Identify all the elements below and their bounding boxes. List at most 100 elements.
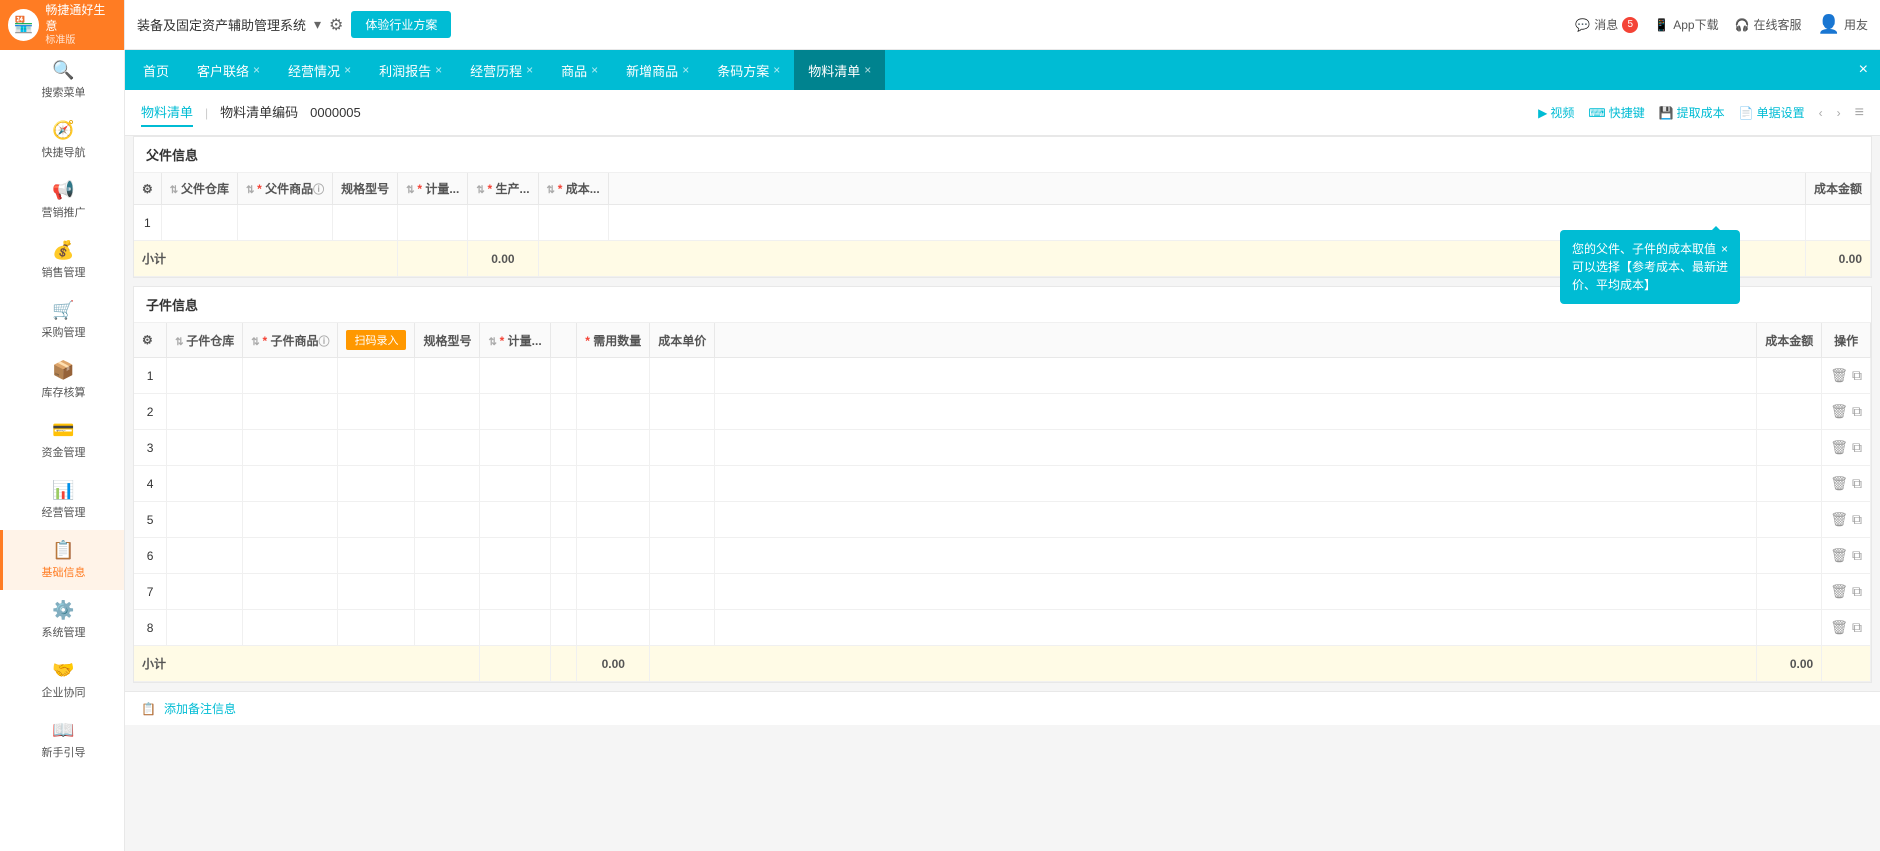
copy-row-icon[interactable]: ⧉ [1852, 439, 1862, 456]
tab-close-icon[interactable]: × [864, 63, 871, 77]
delete-row-icon[interactable]: 🗑 [1830, 439, 1848, 456]
user-item[interactable]: 👤 用友 [1818, 14, 1868, 35]
experience-btn[interactable]: 体验行业方案 [351, 11, 451, 38]
child-cell-spec[interactable] [415, 574, 480, 610]
child-cell-spec[interactable] [415, 538, 480, 574]
tab-close-icon[interactable]: × [591, 63, 598, 77]
delete-row-icon[interactable]: 🗑 [1830, 511, 1848, 528]
parent-col-gear[interactable]: ⚙ [134, 173, 161, 205]
close-all-tabs-icon[interactable]: × [1851, 61, 1876, 79]
child-col-gear[interactable]: ⚙ [134, 323, 167, 358]
sidebar-item-guide[interactable]: 📖 新手引导 [0, 710, 124, 770]
child-cell-unit-cost[interactable] [650, 358, 715, 394]
sidebar-item-promo[interactable]: 📢 营销推广 [0, 170, 124, 230]
settings-icon[interactable]: ⚙ [329, 15, 343, 35]
child-cell-unit[interactable] [480, 358, 550, 394]
delete-row-icon[interactable]: 🗑 [1830, 475, 1848, 492]
child-cell-unit[interactable] [480, 538, 550, 574]
sidebar-item-sales[interactable]: 💰 销售管理 [0, 230, 124, 290]
parent-cell-spec[interactable] [333, 205, 398, 241]
tab-close-icon[interactable]: × [526, 63, 533, 77]
online-service-item[interactable]: 🎧 在线客服 [1735, 16, 1802, 33]
child-cell-product[interactable] [243, 394, 338, 430]
topbar-dropdown-arrow[interactable]: ▾ [314, 16, 321, 33]
child-cell-warehouse[interactable] [167, 610, 243, 646]
tab-customer[interactable]: 客户联络 × [183, 50, 274, 90]
child-cell-warehouse[interactable] [167, 574, 243, 610]
child-cell-qty[interactable] [577, 538, 650, 574]
child-cell-unit-cost[interactable] [650, 610, 715, 646]
tab-close-icon[interactable]: × [435, 63, 442, 77]
scan-input-btn[interactable]: 扫码录入 [346, 330, 406, 350]
tab-barcode[interactable]: 条码方案 × [703, 50, 794, 90]
child-cell-unit[interactable] [480, 430, 550, 466]
parent-cell-cost-type[interactable] [538, 205, 608, 241]
copy-row-icon[interactable]: ⧉ [1852, 583, 1862, 600]
parent-cell-warehouse[interactable] [161, 205, 237, 241]
child-cell-spec[interactable] [415, 430, 480, 466]
copy-row-icon[interactable]: ⧉ [1852, 403, 1862, 420]
sub-tab-bom-list[interactable]: 物料清单 [141, 98, 193, 127]
nav-prev-icon[interactable]: ‹ [1819, 106, 1823, 120]
child-cell-qty[interactable] [577, 466, 650, 502]
child-cell-product[interactable] [243, 538, 338, 574]
child-cell-qty[interactable] [577, 610, 650, 646]
copy-row-icon[interactable]: ⧉ [1852, 367, 1862, 384]
child-cell-unit-cost[interactable] [650, 502, 715, 538]
tab-close-icon[interactable]: × [682, 63, 689, 77]
nav-next-icon[interactable]: › [1837, 106, 1841, 120]
copy-row-icon[interactable]: ⧉ [1852, 619, 1862, 636]
copy-row-icon[interactable]: ⧉ [1852, 547, 1862, 564]
toolbar-extract-cost[interactable]: 💾 提取成本 [1659, 104, 1725, 121]
child-cell-qty[interactable] [577, 358, 650, 394]
app-download-item[interactable]: 📱 App下载 [1654, 16, 1718, 33]
child-cell-unit-cost[interactable] [650, 574, 715, 610]
tab-bom[interactable]: 物料清单 × [794, 50, 885, 90]
tab-close-icon[interactable]: × [253, 63, 260, 77]
child-cell-warehouse[interactable] [167, 394, 243, 430]
child-cell-warehouse[interactable] [167, 466, 243, 502]
delete-row-icon[interactable]: 🗑 [1830, 403, 1848, 420]
parent-cell-production[interactable] [468, 205, 538, 241]
child-cell-product[interactable] [243, 430, 338, 466]
message-item[interactable]: 💬 消息 5 [1575, 16, 1638, 33]
child-cell-product[interactable] [243, 358, 338, 394]
sub-tab-bom-code[interactable]: 物料清单编码 [220, 98, 298, 127]
child-cell-unit[interactable] [480, 466, 550, 502]
table-view-icon[interactable]: ≡ [1855, 104, 1864, 122]
sidebar-item-finance[interactable]: 💳 资金管理 [0, 410, 124, 470]
tab-close-icon[interactable]: × [344, 63, 351, 77]
sidebar-item-nav[interactable]: 🧭 快捷导航 [0, 110, 124, 170]
sidebar-item-operation[interactable]: 📊 经营管理 [0, 470, 124, 530]
parent-cell-product[interactable] [237, 205, 332, 241]
copy-row-icon[interactable]: ⧉ [1852, 475, 1862, 492]
child-cell-product[interactable] [243, 502, 338, 538]
child-cell-spec[interactable] [415, 394, 480, 430]
child-cell-unit-cost[interactable] [650, 430, 715, 466]
child-cell-product[interactable] [243, 466, 338, 502]
child-cell-spec[interactable] [415, 358, 480, 394]
delete-row-icon[interactable]: 🗑 [1830, 547, 1848, 564]
child-cell-spec[interactable] [415, 502, 480, 538]
child-cell-warehouse[interactable] [167, 430, 243, 466]
child-cell-unit-cost[interactable] [650, 394, 715, 430]
toolbar-doc-settings[interactable]: 📄 单据设置 [1739, 104, 1805, 121]
tab-history[interactable]: 经营历程 × [456, 50, 547, 90]
delete-row-icon[interactable]: 🗑 [1830, 367, 1848, 384]
sidebar-item-basic[interactable]: 📋 基础信息 [0, 530, 124, 590]
tab-profit[interactable]: 利润报告 × [365, 50, 456, 90]
bottom-bar[interactable]: 📋 添加备注信息 [125, 691, 1880, 725]
child-cell-qty[interactable] [577, 430, 650, 466]
child-cell-product[interactable] [243, 574, 338, 610]
child-cell-warehouse[interactable] [167, 538, 243, 574]
child-cell-warehouse[interactable] [167, 502, 243, 538]
child-cell-unit[interactable] [480, 394, 550, 430]
tab-add-goods[interactable]: 新增商品 × [612, 50, 703, 90]
child-cell-qty[interactable] [577, 394, 650, 430]
sidebar-item-inventory[interactable]: 📦 库存核算 [0, 350, 124, 410]
tab-operation-status[interactable]: 经营情况 × [274, 50, 365, 90]
copy-row-icon[interactable]: ⧉ [1852, 511, 1862, 528]
tab-goods[interactable]: 商品 × [547, 50, 612, 90]
sidebar-item-search[interactable]: 🔍 搜索菜单 [0, 50, 124, 110]
child-cell-unit-cost[interactable] [650, 466, 715, 502]
